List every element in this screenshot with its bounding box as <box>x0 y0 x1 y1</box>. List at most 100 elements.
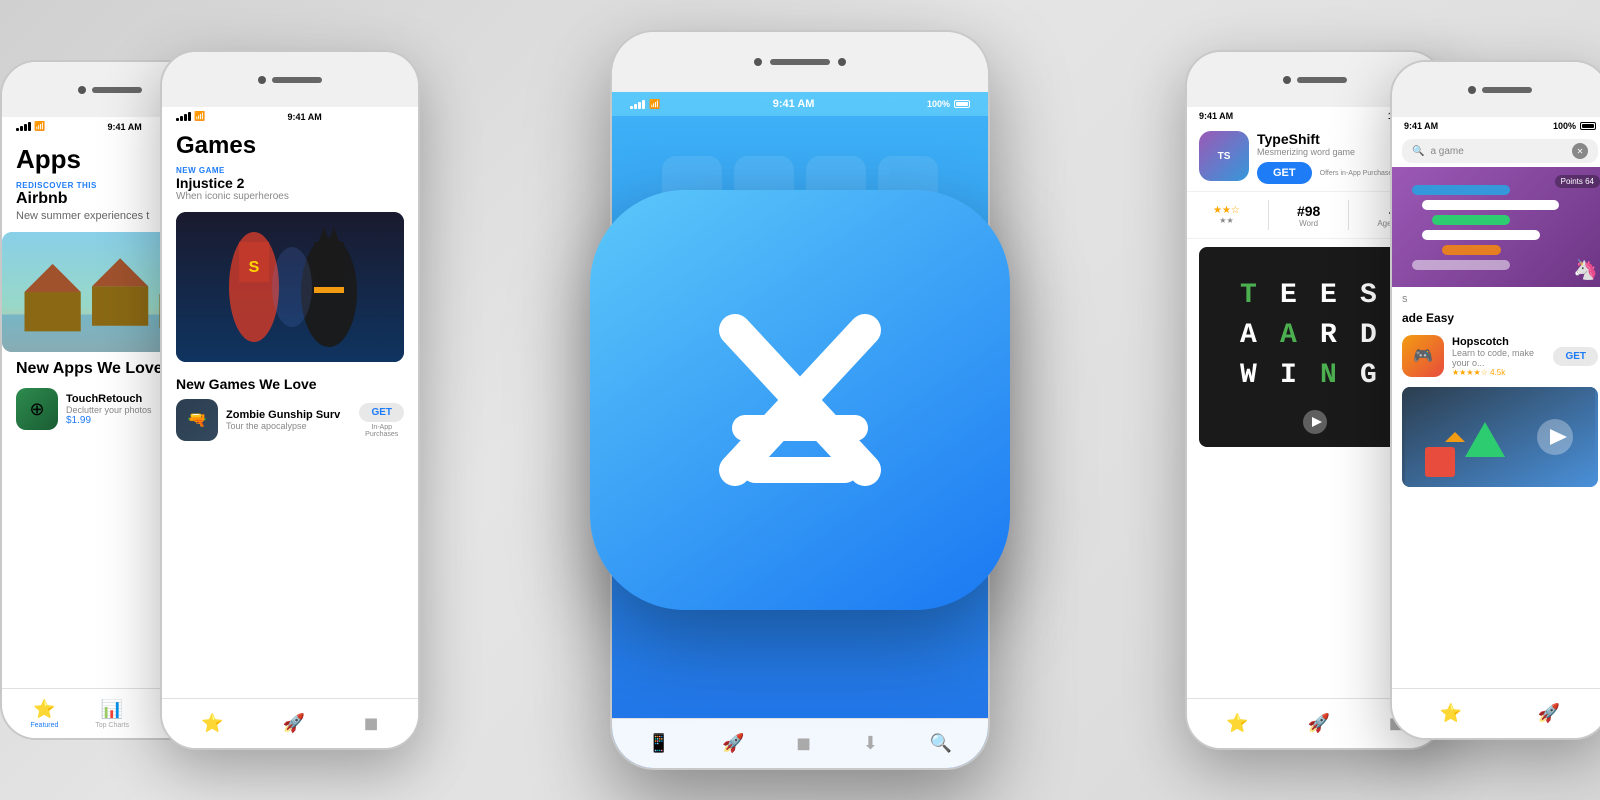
wifi-phone3: 📶 <box>649 99 660 110</box>
screen-phone2: 📶 9:41 AM Games NEW GAME Injustice 2 Whe… <box>162 107 418 750</box>
tab-icon-phone3-2: 🚀 <box>722 733 744 754</box>
tab-phone3-2[interactable]: 🚀 <box>722 733 744 754</box>
made-easy-label: ade Easy <box>1392 311 1600 329</box>
tab-icon-phone3-4: ⬇ <box>863 733 878 754</box>
speaker-phone4 <box>1297 77 1347 83</box>
svg-text:S: S <box>1360 280 1377 311</box>
status-left-phone3: 📶 <box>630 99 660 110</box>
tab-featured-phone1[interactable]: ⭐ Featured <box>30 699 58 729</box>
signal-icon-phone3 <box>630 100 645 109</box>
app-store-svg <box>680 280 920 520</box>
svg-text:E: E <box>1280 280 1297 311</box>
tab-top-phone1[interactable]: 📊 Top Charts <box>95 699 129 729</box>
wifi-icon-phone1: 📶 <box>34 121 45 132</box>
camera-phone4 <box>1283 76 1291 84</box>
tab-featured-p2[interactable]: ⭐ <box>201 713 223 734</box>
battery-icon-phone5 <box>1580 122 1596 130</box>
phone-2: 📶 9:41 AM Games NEW GAME Injustice 2 Whe… <box>160 50 420 750</box>
points-badge: Points 64 <box>1555 175 1600 188</box>
tab-phone3-3[interactable]: ◼ <box>796 733 811 754</box>
tab-rocket-p5[interactable]: 🚀 <box>1538 703 1560 724</box>
tab-rocket-p4[interactable]: 🚀 <box>1308 713 1330 734</box>
tab-label-featured: Featured <box>30 722 58 729</box>
speaker-phone1 <box>92 87 142 93</box>
tab-layers-p2[interactable]: ◼ <box>364 713 379 734</box>
in-app-label-zombie: In-AppPurchases <box>365 424 398 438</box>
tab-icon-rocket-p5: 🚀 <box>1538 703 1560 724</box>
divider-1 <box>1268 200 1269 230</box>
get-button-hopscotch[interactable]: GET <box>1553 347 1598 366</box>
status-bar-phone3: 📶 9:41 AM 100% <box>612 92 988 116</box>
section-label-phone5: s <box>1392 287 1600 311</box>
tab-phone3-4[interactable]: ⬇ <box>863 733 878 754</box>
svg-text:E: E <box>1320 280 1337 311</box>
time-phone1: 9:41 AM <box>108 122 142 132</box>
in-app-label-phone4: Offers in-App Purchases <box>1320 170 1396 177</box>
svg-text:D: D <box>1360 320 1377 351</box>
svg-text:N: N <box>1320 360 1337 391</box>
phone-5: 9:41 AM 100% 🔍 a game ✕ <box>1390 60 1600 740</box>
svg-text:A: A <box>1280 320 1297 351</box>
stars-hopscotch: ★★★★☆ 4.5k <box>1452 368 1545 377</box>
svg-text:G: G <box>1360 360 1377 391</box>
faceid-phone3 <box>838 58 846 66</box>
speaker-phone2 <box>272 77 322 83</box>
camera-phone1 <box>78 86 86 94</box>
app-row-zombie: 🔫 Zombie Gunship Surv Tour the apocalyps… <box>162 394 418 446</box>
tab-rocket-p2[interactable]: 🚀 <box>283 713 305 734</box>
game-desc-phone2: When iconic superheroes <box>176 191 404 202</box>
tab-icon-featured-p5: ⭐ <box>1440 703 1462 724</box>
svg-text:T: T <box>1240 280 1257 311</box>
wifi-icon-phone2: 📶 <box>194 111 205 122</box>
app-desc-hopscotch: Learn to code, make your o... <box>1452 348 1545 368</box>
status-left-phone2: 📶 <box>176 111 205 122</box>
svg-text:W: W <box>1240 360 1257 391</box>
rating-label-stars: ★★ <box>1213 216 1240 225</box>
app-info-zombie: Zombie Gunship Surv Tour the apocalypse <box>226 409 351 431</box>
tab-phone3-5[interactable]: 🔍 <box>930 733 952 754</box>
game-title-phone2: Injustice 2 <box>176 175 404 191</box>
status-bar-phone5: 9:41 AM 100% <box>1392 117 1600 135</box>
battery-pct-phone5: 100% <box>1553 121 1576 131</box>
svg-text:A: A <box>1240 320 1257 351</box>
get-button-phone4[interactable]: GET <box>1257 162 1312 184</box>
battery-phone3: 100% <box>927 99 950 109</box>
rank-val: #98 <box>1297 203 1320 219</box>
tab-icon-featured-p4: ⭐ <box>1226 713 1248 734</box>
status-right-phone3: 100% <box>927 99 970 109</box>
search-box-phone5[interactable]: 🔍 a game ✕ <box>1402 139 1598 163</box>
touchretouch-icon: ⊕ <box>16 388 58 430</box>
video-svg <box>1402 387 1598 487</box>
app-name-zombie: Zombie Gunship Surv <box>226 409 351 421</box>
svg-text:I: I <box>1280 360 1297 391</box>
svg-text:S: S <box>249 259 260 276</box>
rating-stars-item: ★★☆ ★★ <box>1213 205 1240 225</box>
speaker-phone3 <box>770 59 830 65</box>
tab-icon-rocket-p2: 🚀 <box>283 713 305 734</box>
get-button-zombie[interactable]: GET <box>359 403 404 422</box>
time-phone3: 9:41 AM <box>773 98 815 110</box>
tab-featured-p5[interactable]: ⭐ <box>1440 703 1462 724</box>
new-games-label-phone2: New Games We Love <box>162 370 418 394</box>
tab-icon-phone3-5: 🔍 <box>930 733 952 754</box>
camera-phone3 <box>754 58 762 66</box>
injustice-banner: S <box>176 212 404 362</box>
tab-featured-p4[interactable]: ⭐ <box>1226 713 1248 734</box>
tab-icon-top: 📊 <box>101 699 123 720</box>
status-right-phone5: 100% <box>1553 121 1596 131</box>
camera-phone5 <box>1468 86 1476 94</box>
title-phone2: Games <box>176 132 404 160</box>
tab-icon-phone3-1: 📱 <box>648 733 670 754</box>
zombie-icon: 🔫 <box>176 399 218 441</box>
tab-bar-phone5: ⭐ 🚀 <box>1392 688 1600 738</box>
search-text-phone5: a game <box>1430 146 1463 157</box>
app-info-hopscotch: Hopscotch Learn to code, make your o... … <box>1452 336 1545 377</box>
tab-phone3-1[interactable]: 📱 <box>648 733 670 754</box>
hopscotch-icon: 🎮 <box>1402 335 1444 377</box>
cancel-search-phone5[interactable]: ✕ <box>1572 143 1588 159</box>
code-banner-phone5: Points 64 🦄 <box>1392 167 1600 287</box>
tab-bar-phone3: 📱 🚀 ◼ ⬇ 🔍 <box>612 718 988 768</box>
app-store-icon <box>590 190 1010 610</box>
screen-phone5: 9:41 AM 100% 🔍 a game ✕ <box>1392 117 1600 740</box>
signal-icon-phone1 <box>16 122 31 131</box>
